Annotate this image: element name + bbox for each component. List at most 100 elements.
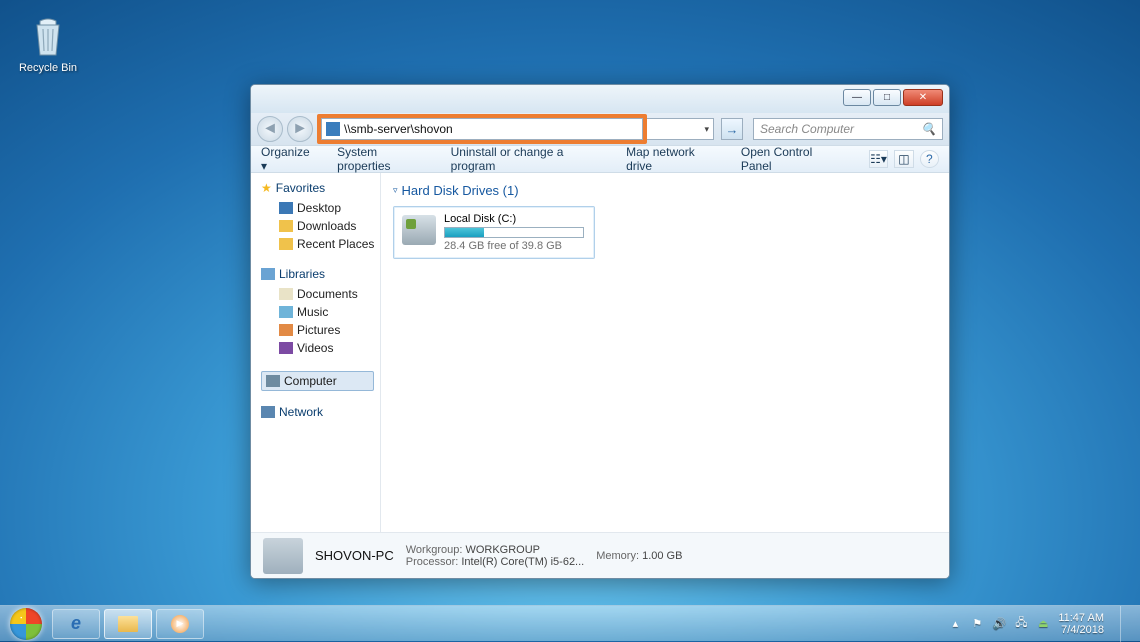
chevron-down-icon: ▾ — [704, 124, 709, 135]
sidebar-item-pictures[interactable]: Pictures — [261, 321, 380, 339]
sidebar-item-label: Desktop — [297, 199, 341, 217]
organize-menu[interactable]: Organize ▾ — [261, 145, 317, 173]
music-icon — [279, 306, 293, 318]
sidebar-item-label: Recent Places — [297, 235, 374, 253]
clock-time: 11:47 AM — [1058, 612, 1104, 624]
system-properties-button[interactable]: System properties — [337, 145, 431, 173]
help-button[interactable]: ? — [920, 150, 939, 168]
libraries-header[interactable]: Libraries — [261, 267, 380, 281]
map-network-drive-button[interactable]: Map network drive — [626, 145, 721, 173]
refresh-button[interactable]: → — [721, 118, 743, 140]
memory-label: Memory: — [596, 550, 639, 562]
show-desktop-button[interactable] — [1120, 606, 1132, 642]
address-highlight: \\smb-server\shovon — [317, 114, 647, 144]
computer-large-icon — [263, 538, 303, 574]
sidebar-item-label: Documents — [297, 285, 358, 303]
sidebar-item-videos[interactable]: Videos — [261, 339, 380, 357]
desktop-icon — [279, 202, 293, 214]
sidebar-item-network[interactable]: Network — [261, 405, 380, 419]
computer-icon — [266, 375, 280, 387]
view-options-button[interactable]: ☷▾ — [869, 150, 888, 168]
hard-drive-icon — [402, 215, 436, 245]
action-center-icon[interactable]: ⚑ — [970, 617, 984, 631]
computer-label: Computer — [284, 374, 337, 388]
windows-logo-icon — [10, 608, 42, 640]
processor-label: Processor: — [406, 556, 459, 568]
drive-local-disk-c[interactable]: Local Disk (C:) 28.4 GB free of 39.8 GB — [393, 206, 595, 259]
processor-value: Intel(R) Core(TM) i5-62... — [461, 556, 584, 568]
usage-bar — [444, 227, 584, 238]
content-pane: ▿ Hard Disk Drives (1) Local Disk (C:) 28… — [381, 173, 949, 532]
address-dropdown[interactable]: ▾ — [647, 118, 714, 140]
ie-icon: e — [71, 613, 81, 634]
address-bar[interactable]: \\smb-server\shovon — [321, 118, 643, 140]
sidebar-item-label: Videos — [297, 339, 333, 357]
recycle-bin[interactable]: Recycle Bin — [16, 14, 80, 74]
back-button[interactable]: ◄ — [257, 116, 283, 142]
folder-icon — [118, 616, 138, 632]
videos-icon — [279, 342, 293, 354]
go-icon: → — [726, 122, 739, 137]
collapse-icon: ▿ — [393, 185, 398, 196]
maximize-icon: □ — [884, 92, 890, 103]
explorer-window: — □ ✕ ◄ ► \\smb-server\shovon ▾ → Search… — [250, 84, 950, 579]
address-path: \\smb-server\shovon — [344, 122, 453, 136]
volume-icon[interactable]: 🔊 — [992, 617, 1006, 631]
section-label: Hard Disk Drives (1) — [402, 183, 519, 198]
recycle-bin-label: Recycle Bin — [19, 62, 77, 74]
details-pc-name: SHOVON-PC — [315, 548, 394, 563]
taskbar: e ▶ ▴ ⚑ 🔊 🖧 ⏏ 11:47 AM 7/4/2018 — [0, 605, 1140, 641]
documents-icon — [279, 288, 293, 300]
network-icon — [261, 406, 275, 418]
pictures-icon — [279, 324, 293, 336]
favorites-label: Favorites — [276, 181, 325, 195]
libraries-icon — [261, 268, 275, 280]
sidebar-item-label: Downloads — [297, 217, 356, 235]
favorites-header[interactable]: ★ Favorites — [261, 181, 380, 195]
show-hidden-icons-button[interactable]: ▴ — [948, 617, 962, 631]
details-pane: SHOVON-PC Workgroup: WORKGROUP Processor… — [251, 532, 949, 578]
close-icon: ✕ — [919, 92, 927, 103]
search-input[interactable]: Search Computer 🔍 — [753, 118, 943, 140]
workgroup-value: WORKGROUP — [465, 544, 540, 556]
taskbar-clock[interactable]: 11:47 AM 7/4/2018 — [1058, 612, 1104, 636]
sidebar-item-downloads[interactable]: Downloads — [261, 217, 380, 235]
system-tray: ▴ ⚑ 🔊 🖧 ⏏ 11:47 AM 7/4/2018 — [948, 606, 1136, 642]
taskbar-explorer-button[interactable] — [104, 609, 152, 639]
drive-name: Local Disk (C:) — [444, 213, 584, 225]
sidebar-item-label: Pictures — [297, 321, 340, 339]
recycle-bin-icon — [29, 14, 67, 58]
search-placeholder: Search Computer — [760, 122, 854, 136]
section-hard-disk-drives[interactable]: ▿ Hard Disk Drives (1) — [393, 183, 937, 198]
libraries-label: Libraries — [279, 267, 325, 281]
star-icon: ★ — [261, 181, 272, 195]
minimize-icon: — — [852, 92, 862, 103]
workgroup-label: Workgroup: — [406, 544, 463, 556]
maximize-button[interactable]: □ — [873, 89, 901, 106]
clock-date: 7/4/2018 — [1058, 624, 1104, 636]
taskbar-ie-button[interactable]: e — [52, 609, 100, 639]
memory-value: 1.00 GB — [642, 550, 682, 562]
forward-button[interactable]: ► — [287, 116, 313, 142]
uninstall-program-button[interactable]: Uninstall or change a program — [451, 145, 606, 173]
sidebar-item-documents[interactable]: Documents — [261, 285, 380, 303]
network-tray-icon[interactable]: 🖧 — [1014, 617, 1028, 631]
search-icon: 🔍 — [921, 122, 936, 136]
folder-icon — [279, 238, 293, 250]
network-label: Network — [279, 405, 323, 419]
minimize-button[interactable]: — — [843, 89, 871, 106]
sidebar-item-music[interactable]: Music — [261, 303, 380, 321]
open-control-panel-button[interactable]: Open Control Panel — [741, 145, 843, 173]
sidebar-item-desktop[interactable]: Desktop — [261, 199, 380, 217]
start-button[interactable] — [4, 607, 48, 641]
media-player-icon: ▶ — [171, 615, 189, 633]
titlebar[interactable]: — □ ✕ — [251, 85, 949, 113]
taskbar-wmp-button[interactable]: ▶ — [156, 609, 204, 639]
folder-icon — [279, 220, 293, 232]
preview-pane-button[interactable]: ◫ — [894, 150, 913, 168]
safely-remove-icon[interactable]: ⏏ — [1036, 617, 1050, 631]
close-button[interactable]: ✕ — [903, 89, 943, 106]
sidebar-item-computer[interactable]: Computer — [261, 371, 374, 391]
drive-free-text: 28.4 GB free of 39.8 GB — [444, 240, 584, 252]
sidebar-item-recent[interactable]: Recent Places — [261, 235, 380, 253]
